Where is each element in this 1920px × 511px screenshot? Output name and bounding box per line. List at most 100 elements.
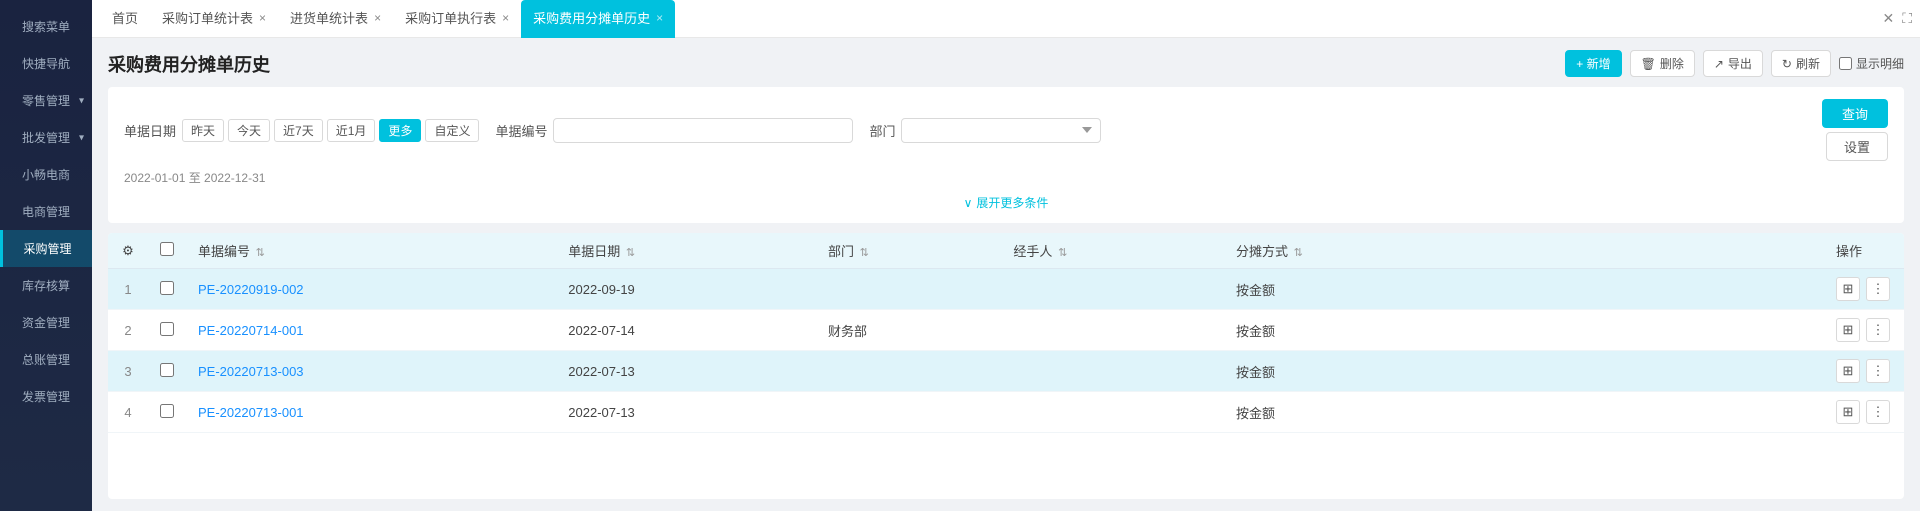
- fullscreen-icon[interactable]: ⛶: [1902, 10, 1912, 27]
- table-row: 2 PE-20220714-001 2022-07-14 财务部 按金额 ⊞ ⋮: [108, 310, 1904, 351]
- date-range-text: 2022-01-01 至 2022-12-31: [124, 169, 265, 186]
- row-checkbox[interactable]: [160, 322, 174, 336]
- date-btn-yesterday[interactable]: 昨天: [182, 119, 224, 142]
- col-handler[interactable]: 经手人 ⇅: [1001, 233, 1224, 269]
- close-icon[interactable]: ×: [259, 11, 266, 25]
- col-split-method[interactable]: 分摊方式 ⇅: [1224, 233, 1824, 269]
- export-button[interactable]: ↗ 导出: [1703, 50, 1763, 77]
- tab-purchase-cost-history[interactable]: 采购费用分摊单历史 ×: [521, 0, 675, 38]
- row-num: 3: [108, 351, 148, 392]
- sidebar-item-invoice[interactable]: 发票管理: [0, 378, 92, 415]
- col-handler-label: 经手人: [1013, 244, 1052, 259]
- op-view-button[interactable]: ⊞: [1836, 277, 1860, 301]
- col-ops: 操作: [1824, 233, 1904, 269]
- doc-no-link[interactable]: PE-20220713-001: [198, 405, 304, 420]
- expand-more-container: ∨ 展开更多条件: [124, 194, 1888, 211]
- delete-button[interactable]: 🗑 删除: [1630, 50, 1695, 77]
- sidebar-item-label: 总账管理: [0, 351, 92, 368]
- op-view-button[interactable]: ⊞: [1836, 318, 1860, 342]
- sidebar-item-wholesale[interactable]: 批发管理 ▾: [0, 119, 92, 156]
- op-more-button[interactable]: ⋮: [1866, 359, 1890, 383]
- doc-no-input[interactable]: [553, 118, 853, 143]
- row-dept: 财务部: [816, 310, 1001, 351]
- date-btn-1month[interactable]: 近1月: [327, 119, 376, 142]
- date-filter-group: 单据日期 昨天 今天 近7天 近1月 更多 自定义: [124, 119, 479, 142]
- close-all-icon[interactable]: ✕: [1882, 10, 1894, 27]
- doc-no-link[interactable]: PE-20220713-003: [198, 364, 304, 379]
- page-content: 采购费用分摊单历史 + 新增 🗑 删除 ↗ 导出 ↻ 刷新 显示明细: [92, 38, 1920, 511]
- show-columns-toggle[interactable]: 显示明细: [1839, 55, 1904, 72]
- select-all-checkbox[interactable]: [160, 242, 174, 256]
- expand-more-button[interactable]: ∨ 展开更多条件: [964, 194, 1049, 211]
- op-more-button[interactable]: ⋮: [1866, 400, 1890, 424]
- sidebar-item-inventory[interactable]: 库存核算: [0, 267, 92, 304]
- tab-bar: 首页 采购订单统计表 × 进货单统计表 × 采购订单执行表 × 采购费用分摊单历…: [92, 0, 1920, 38]
- sidebar: 搜索菜单 快捷导航 零售管理 ▾ 批发管理 ▾ 小畅电商 电商管理 采购管理 库…: [0, 0, 92, 511]
- sort-icon: ⇅: [860, 247, 869, 259]
- row-checkbox[interactable]: [160, 404, 174, 418]
- date-btn-more[interactable]: 更多: [379, 119, 421, 142]
- add-button[interactable]: + 新增: [1565, 50, 1621, 77]
- sidebar-item-shortcut[interactable]: 快捷导航: [0, 45, 92, 82]
- query-settings-group: 查询 设置: [1822, 99, 1888, 161]
- row-checkbox-cell: [148, 269, 186, 310]
- doc-no-filter-group: 单据编号: [495, 118, 853, 143]
- dept-filter-group: 部门: [869, 118, 1101, 143]
- sidebar-item-ecommerce[interactable]: 电商管理: [0, 193, 92, 230]
- settings-button[interactable]: 设置: [1826, 132, 1888, 161]
- filter-row-1: 单据日期 昨天 今天 近7天 近1月 更多 自定义 单据编号: [124, 99, 1888, 161]
- sidebar-item-finance[interactable]: 资金管理: [0, 304, 92, 341]
- chevron-down-icon: ∨: [964, 196, 973, 210]
- close-icon[interactable]: ×: [374, 11, 381, 25]
- date-btn-today[interactable]: 今天: [228, 119, 270, 142]
- sidebar-item-ledger[interactable]: 总账管理: [0, 341, 92, 378]
- doc-no-link[interactable]: PE-20220919-002: [198, 282, 304, 297]
- sidebar-item-label: 采购管理: [3, 240, 92, 257]
- sort-icon: ⇅: [626, 247, 635, 259]
- dept-select[interactable]: [901, 118, 1101, 143]
- date-btn-custom[interactable]: 自定义: [425, 119, 479, 142]
- sidebar-item-label: 库存核算: [0, 277, 92, 294]
- sidebar-item-search[interactable]: 搜索菜单: [0, 8, 92, 45]
- tab-purchase-exec[interactable]: 采购订单执行表 ×: [393, 0, 521, 38]
- delete-icon: 🗑: [1641, 57, 1656, 71]
- query-button[interactable]: 查询: [1822, 99, 1888, 128]
- sidebar-item-retail[interactable]: 零售管理 ▾: [0, 82, 92, 119]
- refresh-icon: ↻: [1782, 57, 1792, 71]
- row-ops: ⊞ ⋮: [1824, 351, 1904, 392]
- date-filter-label: 单据日期: [124, 121, 176, 140]
- sidebar-item-label: 发票管理: [0, 388, 92, 405]
- table-row: 3 PE-20220713-003 2022-07-13 按金额 ⊞ ⋮: [108, 351, 1904, 392]
- sidebar-item-purchase[interactable]: 采购管理: [0, 230, 92, 267]
- op-more-button[interactable]: ⋮: [1866, 318, 1890, 342]
- sort-icon: ⇅: [256, 247, 265, 259]
- op-view-button[interactable]: ⊞: [1836, 359, 1860, 383]
- col-dept[interactable]: 部门 ⇅: [816, 233, 1001, 269]
- sidebar-item-mini[interactable]: 小畅电商: [0, 156, 92, 193]
- date-btn-7days[interactable]: 近7天: [274, 119, 323, 142]
- col-doc-no-label: 单据编号: [198, 244, 250, 259]
- row-doc-date: 2022-09-19: [556, 269, 816, 310]
- show-columns-checkbox[interactable]: [1839, 57, 1852, 70]
- doc-no-link[interactable]: PE-20220714-001: [198, 323, 304, 338]
- row-ops: ⊞ ⋮: [1824, 269, 1904, 310]
- sidebar-item-label: 搜索菜单: [0, 18, 92, 35]
- row-doc-no: PE-20220714-001: [186, 310, 556, 351]
- col-doc-no[interactable]: 单据编号 ⇅: [186, 233, 556, 269]
- tab-incoming-stats[interactable]: 进货单统计表 ×: [278, 0, 393, 38]
- sidebar-item-label: 电商管理: [0, 203, 92, 220]
- tab-home[interactable]: 首页: [100, 0, 150, 38]
- close-icon[interactable]: ×: [656, 11, 663, 25]
- refresh-button[interactable]: ↻ 刷新: [1771, 50, 1831, 77]
- sidebar-item-label: 小畅电商: [0, 166, 92, 183]
- col-checkbox: [148, 233, 186, 269]
- row-checkbox[interactable]: [160, 281, 174, 295]
- close-icon[interactable]: ×: [502, 11, 509, 25]
- col-doc-date[interactable]: 单据日期 ⇅: [556, 233, 816, 269]
- row-doc-date: 2022-07-14: [556, 310, 816, 351]
- tab-purchase-order-stats[interactable]: 采购订单统计表 ×: [150, 0, 278, 38]
- row-checkbox[interactable]: [160, 363, 174, 377]
- op-view-button[interactable]: ⊞: [1836, 400, 1860, 424]
- col-settings[interactable]: ⚙: [108, 233, 148, 269]
- op-more-button[interactable]: ⋮: [1866, 277, 1890, 301]
